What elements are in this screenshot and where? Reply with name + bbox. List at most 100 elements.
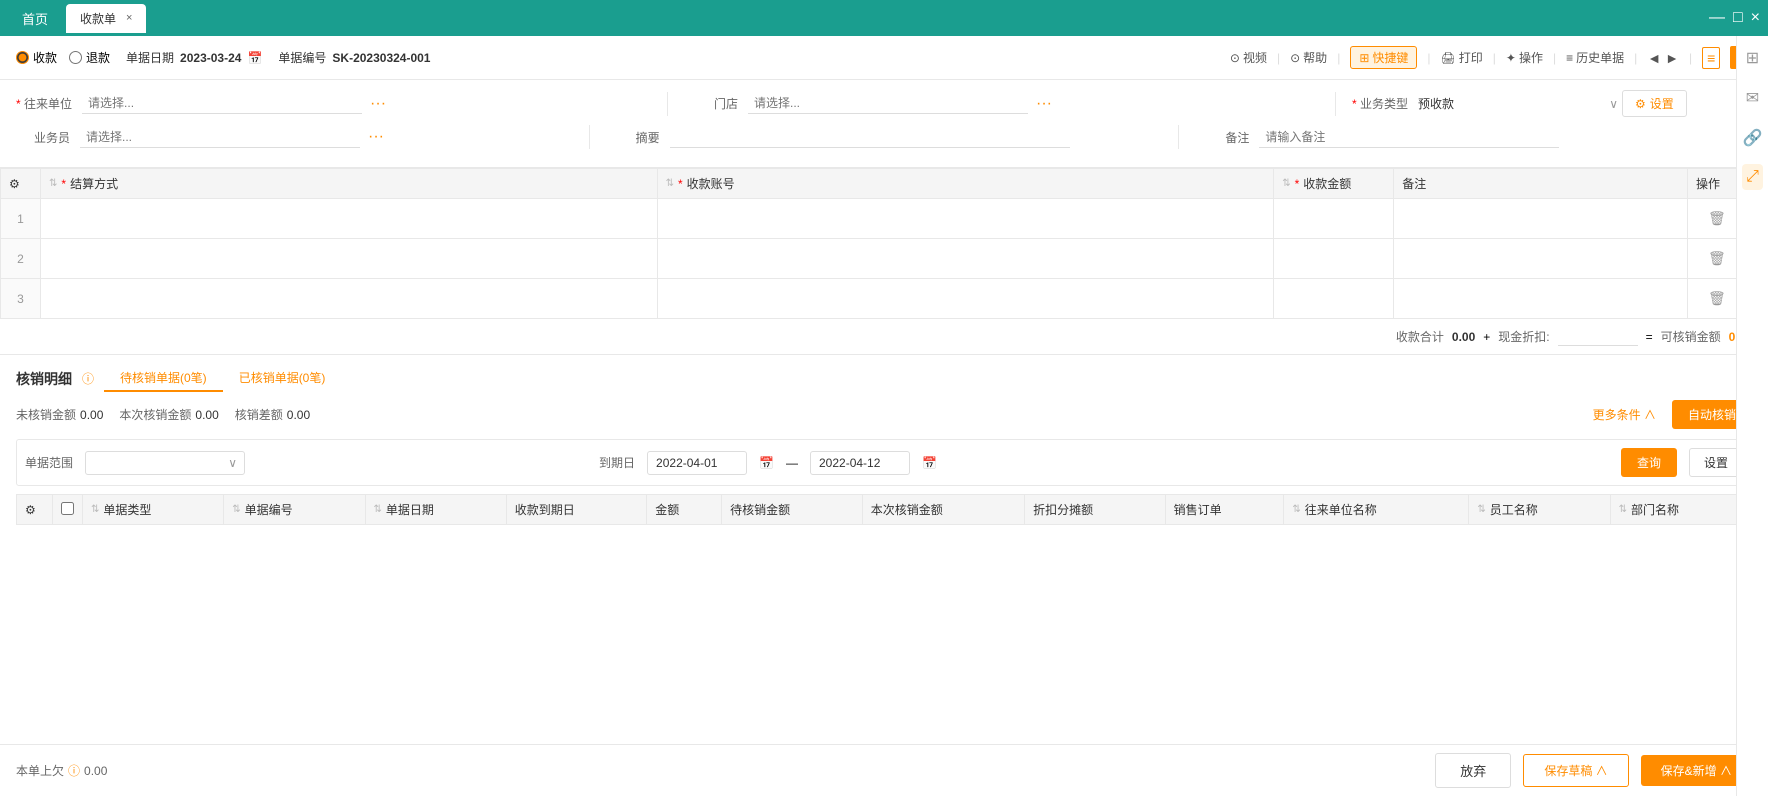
calendar-icon[interactable]: 📅 xyxy=(247,51,262,65)
tab-bar: 首页 收款单 × — □ × xyxy=(0,0,1768,36)
abandon-btn[interactable]: 放弃 xyxy=(1435,753,1511,788)
range-select-wrapper: ∨ xyxy=(85,451,245,475)
history-icon: ≡ xyxy=(1566,51,1573,65)
nav-prev-btn[interactable]: ◄ xyxy=(1647,50,1661,66)
right-sidebar: ⊞ ✉ 🔗 ⤢ xyxy=(1736,36,1768,796)
wt-amount-header: 金额 xyxy=(647,495,722,525)
shortcut-action[interactable]: ⊞ 快捷键 xyxy=(1350,46,1417,69)
receipt-radio[interactable]: 收款 xyxy=(16,49,57,66)
window-close-icon[interactable]: × xyxy=(1751,9,1760,27)
remark-cell-1[interactable] xyxy=(1394,199,1688,239)
delete-row-1-btn[interactable]: 🗑 xyxy=(1704,208,1730,229)
delete-row-2-btn[interactable]: 🗑 xyxy=(1704,248,1730,269)
calendar-from-icon[interactable]: 📅 xyxy=(759,456,774,470)
tab-completed-writeoff[interactable]: 已核销单据(0笔) xyxy=(223,365,342,392)
toolbar: 收款 退款 单据日期 2023-03-24 📅 单据编号 SK-20230324… xyxy=(0,36,1768,80)
remark-input[interactable] xyxy=(1259,127,1559,148)
table-settings-header[interactable]: ⚙ xyxy=(1,169,41,199)
counterparty-field: * 往来单位 ··· xyxy=(16,93,651,114)
bottom-limit-info: 本单上欠 ⓘ 0.00 xyxy=(16,762,107,779)
amount-cell-2[interactable] xyxy=(1274,239,1394,279)
tab-pending-writeoff[interactable]: 待核销单据(0笔) xyxy=(104,365,223,392)
wt-company-header: ⇅往来单位名称 xyxy=(1284,495,1469,525)
settlement-cell-3[interactable] xyxy=(41,279,658,319)
account-cell-1[interactable] xyxy=(657,199,1274,239)
tab-home[interactable]: 首页 xyxy=(8,3,62,34)
writeoff-header: 核销明细 ⓘ 待核销单据(0笔) 已核销单据(0笔) xyxy=(16,365,1752,392)
gear-icon: ⚙ xyxy=(1635,97,1646,111)
wt-doc-date-header: ⇅单据日期 xyxy=(365,495,506,525)
tab-bar-actions: — □ × xyxy=(1709,9,1760,27)
settlement-cell-1[interactable] xyxy=(41,199,658,239)
tab-close[interactable]: × xyxy=(126,12,132,24)
video-action[interactable]: ⊙ 视频 xyxy=(1230,49,1267,66)
form-settings-btn[interactable]: ⚙ 设置 xyxy=(1622,90,1687,117)
form-area: * 往来单位 ··· 门店 ··· * 业务类型 预收款 ∨ ⚙ 设置 xyxy=(0,80,1768,168)
delete-row-3-btn[interactable]: 🗑 xyxy=(1704,288,1730,309)
counterparty-more-btn[interactable]: ··· xyxy=(366,95,390,113)
history-action[interactable]: ≡ 历史单据 xyxy=(1566,49,1624,66)
staff-input[interactable] xyxy=(80,127,360,148)
table-row: 3 🗑 ⧉ xyxy=(1,279,1768,319)
list-view-btn[interactable]: ≡ xyxy=(1702,47,1720,69)
business-type-select[interactable]: 预收款 ∨ xyxy=(1418,95,1618,112)
help-action[interactable]: ⊙ 帮助 xyxy=(1290,49,1327,66)
business-type-field: * 业务类型 预收款 ∨ ⚙ 设置 xyxy=(1352,90,1752,117)
toolbar-actions: ⊙ 视频 | ⊙ 帮助 | ⊞ 快捷键 | 🖨 打印 | ✦ 操作 xyxy=(1230,46,1752,69)
staff-more-btn[interactable]: ··· xyxy=(364,128,388,146)
wt-current-header: 本次核销金额 xyxy=(862,495,1024,525)
operations-action[interactable]: ✦ 操作 xyxy=(1506,49,1543,66)
writeoff-section: 核销明细 ⓘ 待核销单据(0笔) 已核销单据(0笔) 未核销金额 0.00 本次… xyxy=(0,355,1768,744)
writeoff-info-icon[interactable]: ⓘ xyxy=(82,370,94,387)
table-row: 2 🗑 ⧉ xyxy=(1,239,1768,279)
filter-settings-btn[interactable]: 设置 xyxy=(1689,448,1743,477)
wt-doc-type-header: ⇅单据类型 xyxy=(83,495,224,525)
receipt-table-section: ⚙ ⇅*结算方式 ⇅*收款账号 ⇅*收款金额 备注 操作 xyxy=(0,168,1768,319)
calendar-to-icon[interactable]: 📅 xyxy=(922,456,937,470)
summary-input[interactable] xyxy=(670,127,1070,148)
table-sidebar-icon[interactable]: ⊞ xyxy=(1742,44,1763,72)
toolbar-number-info: 单据编号 SK-20230324-001 xyxy=(278,49,430,66)
chevron-down-icon[interactable]: ∨ xyxy=(1609,97,1618,111)
email-sidebar-icon[interactable]: ✉ xyxy=(1742,84,1763,112)
receipt-account-header: ⇅*收款账号 xyxy=(657,169,1274,199)
link-sidebar-icon[interactable]: 🔗 xyxy=(1739,124,1767,152)
writeoff-table: ⚙ ⇅单据类型 ⇅单据编号 ⇅单据日期 收款到期日 金额 待核销金额 本次核销金… xyxy=(16,494,1752,525)
receipt-type-radio-group: 收款 退款 xyxy=(16,49,110,66)
save-draft-btn[interactable]: 保存草稿 ∧ xyxy=(1523,754,1628,787)
help-icon: ⊙ xyxy=(1290,51,1300,65)
maximize-icon[interactable]: □ xyxy=(1733,9,1743,27)
wt-settings-header[interactable]: ⚙ xyxy=(17,495,53,525)
account-cell-3[interactable] xyxy=(657,279,1274,319)
remark-header: 备注 xyxy=(1394,169,1688,199)
select-all-checkbox[interactable] xyxy=(61,502,74,515)
receipt-table: ⚙ ⇅*结算方式 ⇅*收款账号 ⇅*收款金额 备注 操作 xyxy=(0,168,1768,319)
date-from-input[interactable] xyxy=(647,451,747,475)
remark-cell-2[interactable] xyxy=(1394,239,1688,279)
wt-checkbox-header[interactable] xyxy=(53,495,83,525)
amount-cell-3[interactable] xyxy=(1274,279,1394,319)
refund-radio[interactable]: 退款 xyxy=(69,49,110,66)
account-cell-2[interactable] xyxy=(657,239,1274,279)
more-filter-btn[interactable]: 更多条件 ∧ xyxy=(1593,406,1656,423)
range-select[interactable] xyxy=(85,451,245,475)
shop-more-btn[interactable]: ··· xyxy=(1032,95,1056,113)
nav-next-btn[interactable]: ► xyxy=(1665,50,1679,66)
minimize-icon[interactable]: — xyxy=(1709,9,1725,27)
main-content: 收款 退款 单据日期 2023-03-24 📅 单据编号 SK-20230324… xyxy=(0,36,1768,796)
writeoff-tab-group: 待核销单据(0笔) 已核销单据(0笔) xyxy=(104,365,341,392)
settlement-cell-2[interactable] xyxy=(41,239,658,279)
discount-input[interactable] xyxy=(1558,327,1638,346)
staff-field: 业务员 ··· xyxy=(16,127,573,148)
query-btn[interactable]: 查询 xyxy=(1621,448,1677,477)
fullscreen-sidebar-icon[interactable]: ⤢ xyxy=(1742,164,1763,190)
remark-cell-3[interactable] xyxy=(1394,279,1688,319)
tab-active[interactable]: 收款单 × xyxy=(66,4,146,33)
print-action[interactable]: 🖨 打印 xyxy=(1441,49,1483,66)
date-to-input[interactable] xyxy=(810,451,910,475)
shop-input[interactable] xyxy=(748,93,1028,114)
limit-info-icon[interactable]: ⓘ xyxy=(68,762,80,779)
nav-arrows: ◄ ► xyxy=(1647,50,1679,66)
counterparty-input[interactable] xyxy=(82,93,362,114)
amount-cell-1[interactable] xyxy=(1274,199,1394,239)
